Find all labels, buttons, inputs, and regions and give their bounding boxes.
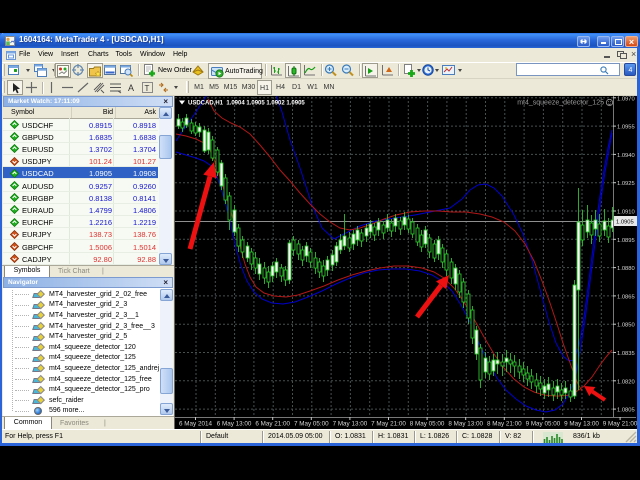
svg-text:8 May 13:00: 8 May 13:00 — [448, 421, 483, 428]
svg-text:6 May 21:00: 6 May 21:00 — [255, 421, 290, 428]
svg-text:6 May 13:00: 6 May 13:00 — [217, 421, 252, 428]
svg-text:mt4_squeeze_detector_125: mt4_squeeze_detector_125 — [517, 100, 604, 107]
svg-text:1.0880: 1.0880 — [617, 266, 635, 272]
svg-text:1.0955: 1.0955 — [617, 125, 635, 131]
svg-text:1.0835: 1.0835 — [617, 351, 635, 357]
svg-text:6 May 2014: 6 May 2014 — [179, 421, 212, 428]
svg-text:1.0820: 1.0820 — [617, 379, 635, 385]
svg-text:8 May 21:00: 8 May 21:00 — [487, 421, 522, 428]
svg-text:USDCAD,H1 1.0904 1.0905 1.090: USDCAD,H1 1.0904 1.0905 1.0902 1.0905 — [188, 101, 305, 107]
svg-text:7 May 21:00: 7 May 21:00 — [371, 421, 406, 428]
svg-text:8 May 05:00: 8 May 05:00 — [410, 421, 445, 428]
svg-text:9 May 13:00: 9 May 13:00 — [564, 421, 599, 428]
svg-text:1.0910: 1.0910 — [617, 210, 635, 216]
svg-text:7 May 13:00: 7 May 13:00 — [333, 421, 368, 428]
svg-text:1.0925: 1.0925 — [617, 181, 635, 187]
svg-text:1.0940: 1.0940 — [617, 153, 635, 159]
svg-text:7 May 05:00: 7 May 05:00 — [294, 421, 329, 428]
svg-text:1.0865: 1.0865 — [617, 294, 635, 300]
svg-text:1.0895: 1.0895 — [617, 238, 635, 244]
svg-text:9 May 05:00: 9 May 05:00 — [526, 421, 561, 428]
svg-text:1.0905: 1.0905 — [616, 220, 634, 226]
svg-text:1.0850: 1.0850 — [617, 323, 635, 329]
svg-text:1.0805: 1.0805 — [617, 408, 635, 414]
svg-text:1.0970: 1.0970 — [617, 96, 635, 102]
svg-text:9 May 21:00: 9 May 21:00 — [603, 421, 638, 428]
